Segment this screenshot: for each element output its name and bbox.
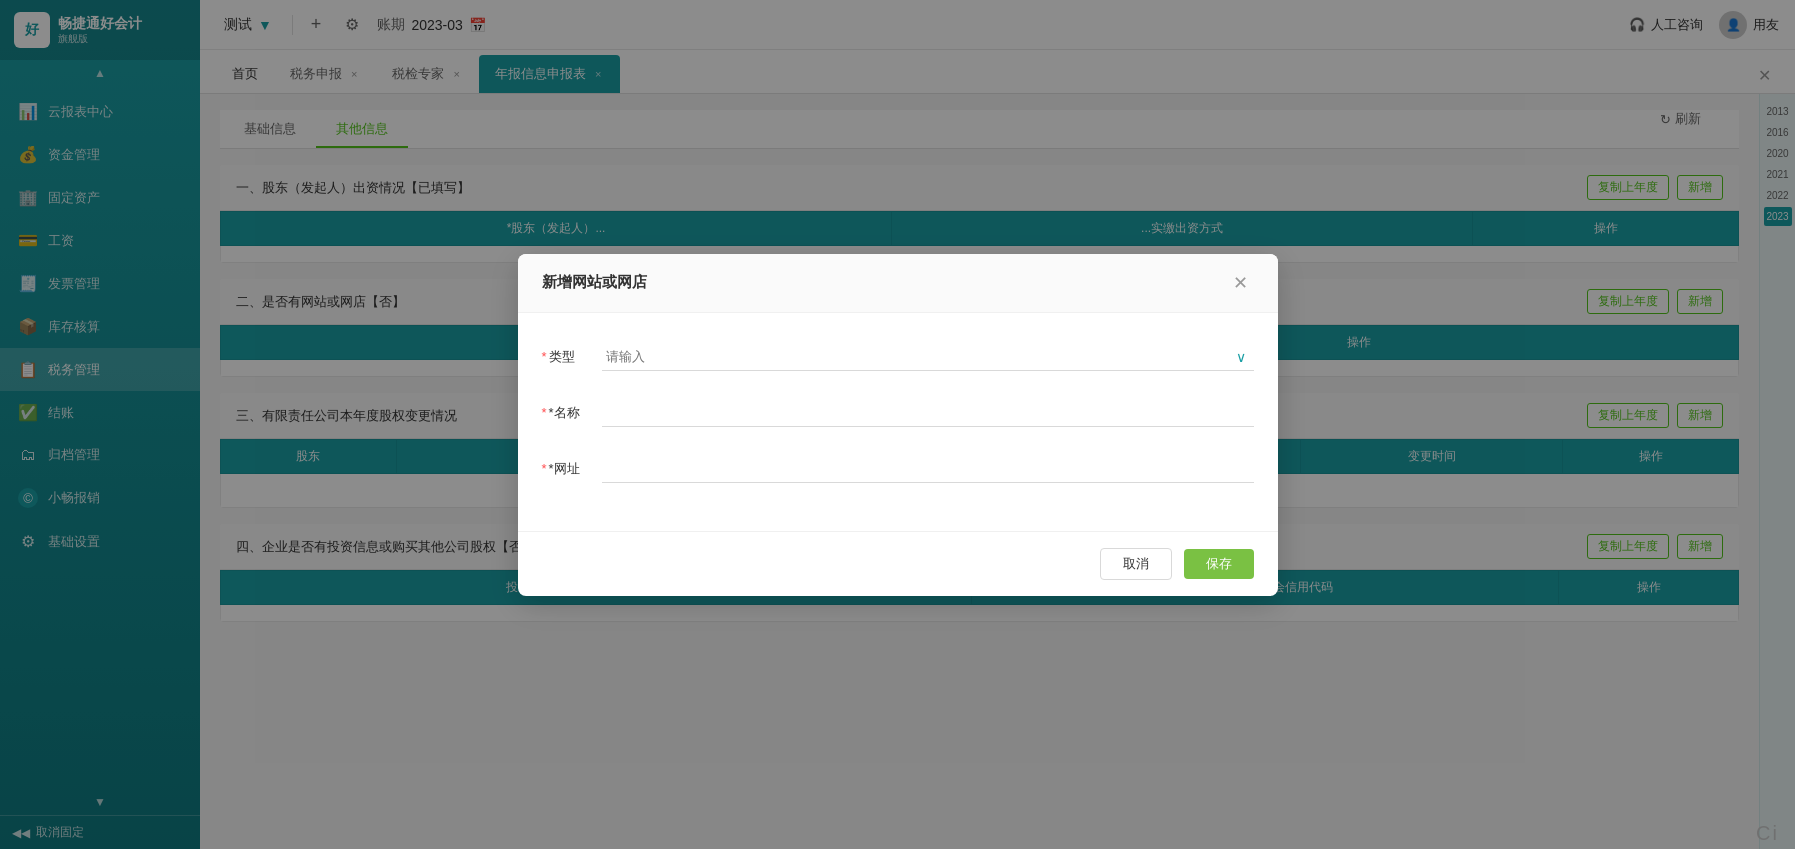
modal-overlay[interactable]: 新增网站或网店 ✕ * 类型 ∨ * *名称: [0, 0, 1795, 849]
form-row-url: * *网址: [542, 455, 1254, 483]
form-label-type: * 类型: [542, 348, 602, 366]
modal-close-btn[interactable]: ✕: [1227, 270, 1254, 296]
label-text-type: 类型: [549, 348, 575, 366]
url-input[interactable]: [602, 455, 1254, 483]
form-label-name: * *名称: [542, 404, 602, 422]
name-field-wrap: [602, 399, 1254, 427]
type-dropdown-icon: ∨: [1236, 349, 1246, 365]
save-button[interactable]: 保存: [1184, 549, 1254, 579]
label-text-name: *名称: [549, 404, 580, 422]
form-row-name: * *名称: [542, 399, 1254, 427]
url-field-wrap: [602, 455, 1254, 483]
modal-title: 新增网站或网店: [542, 273, 647, 292]
modal-footer: 取消 保存: [518, 531, 1278, 596]
form-row-type: * 类型 ∨: [542, 343, 1254, 371]
modal-body: * 类型 ∨ * *名称 *: [518, 313, 1278, 531]
form-label-url: * *网址: [542, 460, 602, 478]
modal-header: 新增网站或网店 ✕: [518, 254, 1278, 313]
cancel-button[interactable]: 取消: [1100, 548, 1172, 580]
name-input[interactable]: [602, 399, 1254, 427]
type-field-wrap: ∨: [602, 343, 1254, 371]
label-text-url: *网址: [549, 460, 580, 478]
type-input[interactable]: [602, 343, 1254, 371]
modal-add-website: 新增网站或网店 ✕ * 类型 ∨ * *名称: [518, 254, 1278, 596]
